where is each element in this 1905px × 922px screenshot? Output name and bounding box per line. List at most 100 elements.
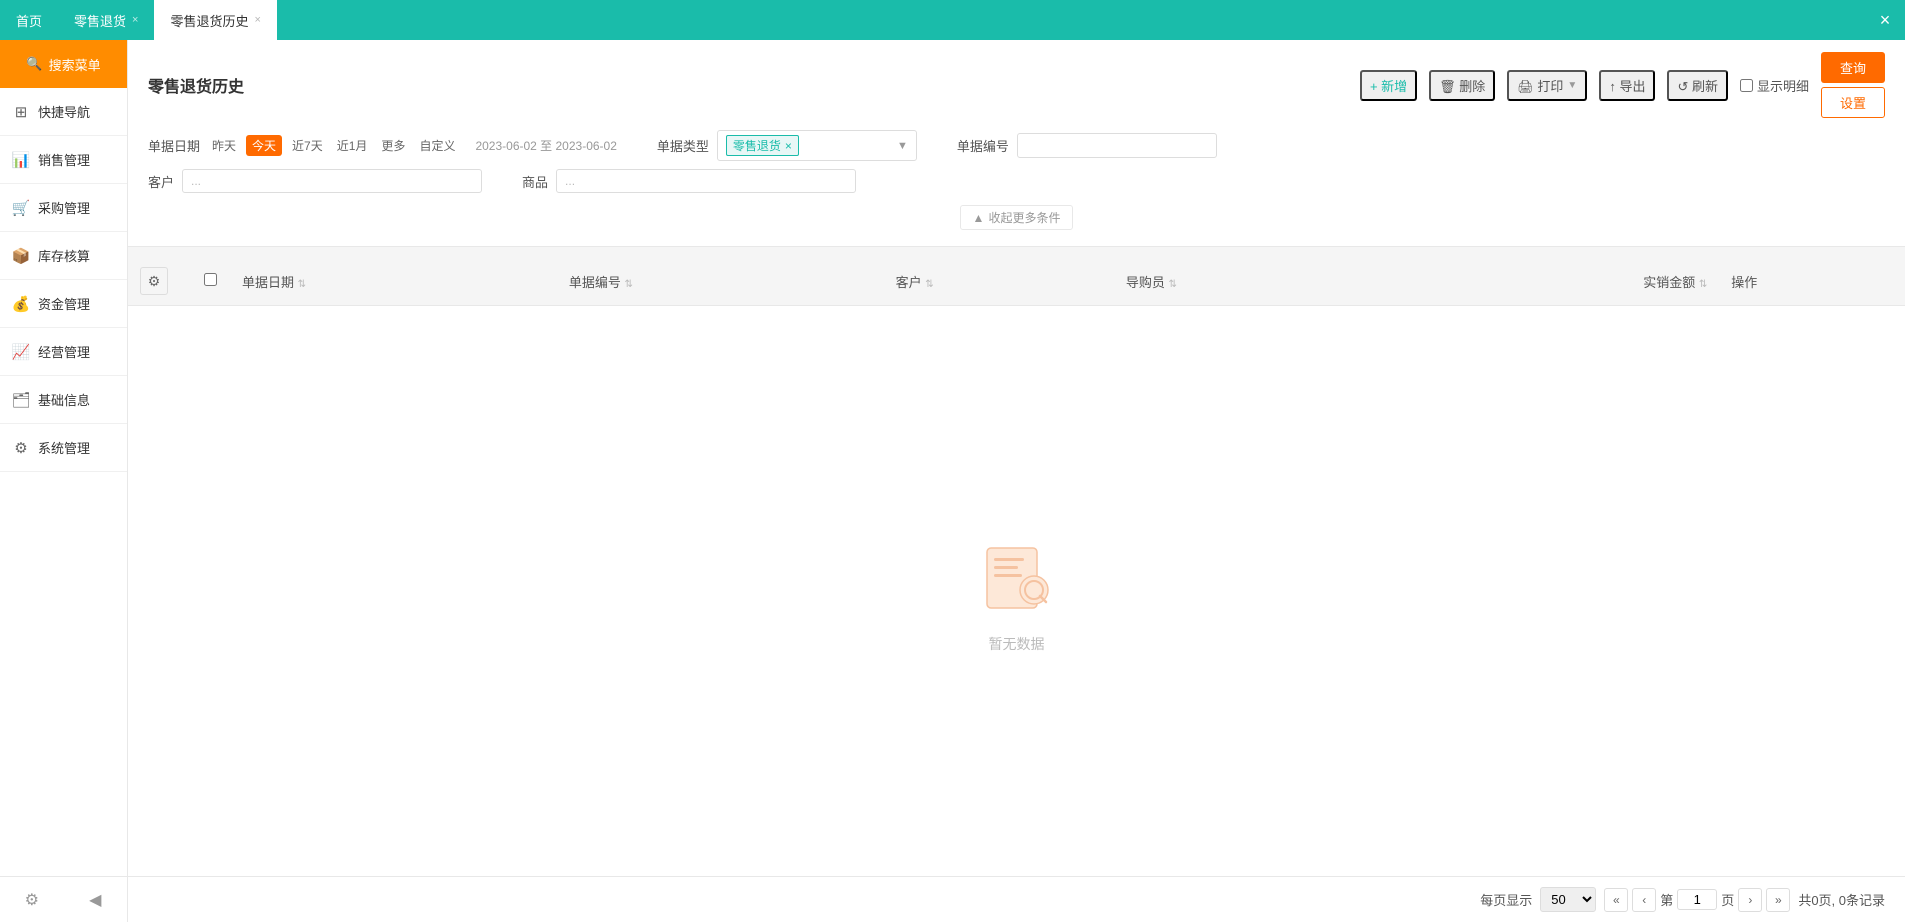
last-page-button[interactable]: » bbox=[1766, 888, 1790, 912]
filter-type: 单据类型 零售退货 × ▼ bbox=[657, 130, 917, 161]
customer-select[interactable]: ... bbox=[182, 169, 482, 193]
customer-placeholder: ... bbox=[191, 174, 201, 188]
settings-button[interactable]: 设置 bbox=[1821, 87, 1885, 118]
shortcut-yesterday[interactable]: 昨天 bbox=[208, 135, 240, 156]
content-area: 零售退货历史 + 新增 🗑 删除 🖨 打印 ▼ ↑ 导出 bbox=[128, 40, 1905, 922]
data-table: ⚙ 单据日期 ⇅ 单据编号 ⇅ bbox=[128, 257, 1905, 306]
collapse-icon: ▲ bbox=[973, 211, 985, 225]
main-layout: 🔍 搜索菜单 ⊞ 快捷导航 📊 销售管理 🛒 采购管理 📦 库存核算 💰 bbox=[0, 40, 1905, 922]
show-detail-input[interactable] bbox=[1740, 79, 1753, 92]
per-page-select[interactable]: 50 100 200 bbox=[1540, 887, 1596, 912]
tab-retail-return[interactable]: 零售退货 × bbox=[58, 0, 154, 40]
goods-filter-label: 商品 bbox=[522, 172, 548, 191]
tab-retail-return-history[interactable]: 零售退货历史 × bbox=[154, 0, 276, 40]
empty-state: 暂无数据 bbox=[128, 306, 1905, 876]
collapse-button[interactable]: ▲ 收起更多条件 bbox=[960, 205, 1074, 230]
export-button[interactable]: ↑ 导出 bbox=[1599, 70, 1655, 101]
basic-info-icon: 🗂 bbox=[12, 391, 30, 409]
tab-home[interactable]: 首页 bbox=[0, 0, 58, 40]
type-select[interactable]: 零售退货 × ▼ bbox=[717, 130, 917, 161]
col-action-label: 操作 bbox=[1731, 275, 1757, 290]
col-checkbox bbox=[190, 257, 230, 306]
sidebar-search-button[interactable]: 🔍 搜索菜单 bbox=[0, 40, 127, 88]
sidebar-item-inventory[interactable]: 📦 库存核算 bbox=[0, 232, 127, 280]
col-date: 单据日期 ⇅ bbox=[230, 257, 557, 306]
tab-retail-return-label: 零售退货 bbox=[74, 11, 126, 30]
page-input[interactable] bbox=[1677, 889, 1717, 910]
tab-retail-return-history-label: 零售退货历史 bbox=[170, 11, 248, 30]
sidebar-search-label: 搜索菜单 bbox=[49, 55, 101, 74]
table-settings-button[interactable]: ⚙ bbox=[140, 267, 168, 295]
col-settings: ⚙ bbox=[128, 257, 190, 306]
col-amount-sort[interactable]: ⇅ bbox=[1699, 279, 1707, 290]
sales-icon: 📊 bbox=[12, 151, 30, 169]
voucher-input[interactable] bbox=[1017, 133, 1217, 158]
shortcut-custom[interactable]: 自定义 bbox=[415, 135, 459, 156]
col-voucher-sort[interactable]: ⇅ bbox=[624, 279, 632, 290]
refresh-button[interactable]: ↺ 刷新 bbox=[1667, 70, 1728, 101]
sidebar-item-purchase-label: 采购管理 bbox=[38, 198, 90, 217]
delete-button[interactable]: 🗑 删除 bbox=[1429, 70, 1495, 101]
refresh-button-label: ↺ 刷新 bbox=[1677, 76, 1718, 95]
shortcut-1month[interactable]: 近1月 bbox=[333, 135, 372, 156]
collapse-bar: ▲ 收起更多条件 bbox=[148, 201, 1885, 236]
tab-retail-return-history-close[interactable]: × bbox=[254, 14, 260, 26]
type-tag-label: 零售退货 bbox=[733, 137, 781, 154]
shortcut-today[interactable]: 今天 bbox=[246, 135, 282, 156]
col-voucher: 单据编号 ⇅ bbox=[557, 257, 884, 306]
goods-placeholder: ... bbox=[565, 174, 575, 188]
page-label: 第 bbox=[1660, 890, 1673, 909]
export-button-label: ↑ 导出 bbox=[1609, 76, 1645, 95]
col-guide-label: 导购员 bbox=[1126, 275, 1165, 290]
col-date-sort[interactable]: ⇅ bbox=[298, 279, 306, 290]
show-detail-checkbox[interactable]: 显示明细 bbox=[1740, 76, 1809, 95]
shortcut-7days[interactable]: 近7天 bbox=[288, 135, 327, 156]
col-voucher-label: 单据编号 bbox=[569, 275, 621, 290]
collapse-label: 收起更多条件 bbox=[988, 209, 1060, 226]
empty-icon bbox=[972, 528, 1062, 618]
type-tag-remove[interactable]: × bbox=[785, 139, 792, 153]
sidebar-item-sales-label: 销售管理 bbox=[38, 150, 90, 169]
window-close-button[interactable]: × bbox=[1865, 0, 1905, 40]
sidebar-item-finance[interactable]: 💰 资金管理 bbox=[0, 280, 127, 328]
sidebar-item-quick-nav[interactable]: ⊞ 快捷导航 bbox=[0, 88, 127, 136]
col-guide: 导购员 ⇅ bbox=[1114, 257, 1393, 306]
sidebar-item-operations[interactable]: 📈 经营管理 bbox=[0, 328, 127, 376]
col-customer: 客户 ⇅ bbox=[884, 257, 1114, 306]
sidebar-collapse-button[interactable]: ◀ bbox=[79, 884, 111, 916]
sidebar-item-purchase[interactable]: 🛒 采购管理 bbox=[0, 184, 127, 232]
goods-select[interactable]: ... bbox=[556, 169, 856, 193]
print-button[interactable]: 🖨 打印 ▼ bbox=[1507, 70, 1587, 101]
sidebar-item-system[interactable]: ⚙ 系统管理 bbox=[0, 424, 127, 472]
sidebar-item-basic-info[interactable]: 🗂 基础信息 bbox=[0, 376, 127, 424]
date-range-display: 2023-06-02 至 2023-06-02 bbox=[475, 137, 616, 154]
new-button[interactable]: + 新增 bbox=[1360, 70, 1417, 101]
sidebar-gear-button[interactable]: ⚙ bbox=[16, 884, 48, 916]
filter-row-2: 客户 ... 商品 ... bbox=[148, 169, 1885, 193]
sidebar-item-quick-nav-label: 快捷导航 bbox=[38, 102, 90, 121]
filter-area: 单据日期 昨天 今天 近7天 近1月 更多 自定义 2023-06-02 至 2… bbox=[148, 130, 1885, 246]
query-button[interactable]: 查询 bbox=[1821, 52, 1885, 83]
col-customer-sort[interactable]: ⇅ bbox=[925, 279, 933, 290]
tab-retail-return-close[interactable]: × bbox=[132, 14, 138, 26]
filter-goods: 商品 ... bbox=[522, 169, 856, 193]
pagination: 每页显示 50 100 200 « ‹ 第 页 › » 共0页, 0条记录 bbox=[128, 876, 1905, 922]
show-detail-label: 显示明细 bbox=[1757, 76, 1809, 95]
first-page-button[interactable]: « bbox=[1604, 888, 1628, 912]
type-filter-label: 单据类型 bbox=[657, 136, 709, 155]
sidebar-item-sales[interactable]: 📊 销售管理 bbox=[0, 136, 127, 184]
table-wrapper: ⚙ 单据日期 ⇅ 单据编号 ⇅ bbox=[128, 257, 1905, 876]
col-guide-sort[interactable]: ⇅ bbox=[1169, 279, 1177, 290]
search-icon: 🔍 bbox=[26, 56, 42, 72]
toolbar: + 新增 🗑 删除 🖨 打印 ▼ ↑ 导出 ↺ 刷新 bbox=[1360, 52, 1885, 118]
col-amount-label: 实销金额 bbox=[1643, 275, 1695, 290]
sidebar-item-operations-label: 经营管理 bbox=[38, 342, 90, 361]
prev-page-button[interactable]: ‹ bbox=[1632, 888, 1656, 912]
filter-row-1: 单据日期 昨天 今天 近7天 近1月 更多 自定义 2023-06-02 至 2… bbox=[148, 130, 1885, 161]
next-page-button[interactable]: › bbox=[1738, 888, 1762, 912]
select-all-checkbox[interactable] bbox=[204, 273, 217, 286]
page-unit: 页 bbox=[1721, 890, 1734, 909]
shortcut-more[interactable]: 更多 bbox=[377, 135, 409, 156]
sidebar-item-system-label: 系统管理 bbox=[38, 438, 90, 457]
tab-home-label: 首页 bbox=[16, 11, 42, 30]
